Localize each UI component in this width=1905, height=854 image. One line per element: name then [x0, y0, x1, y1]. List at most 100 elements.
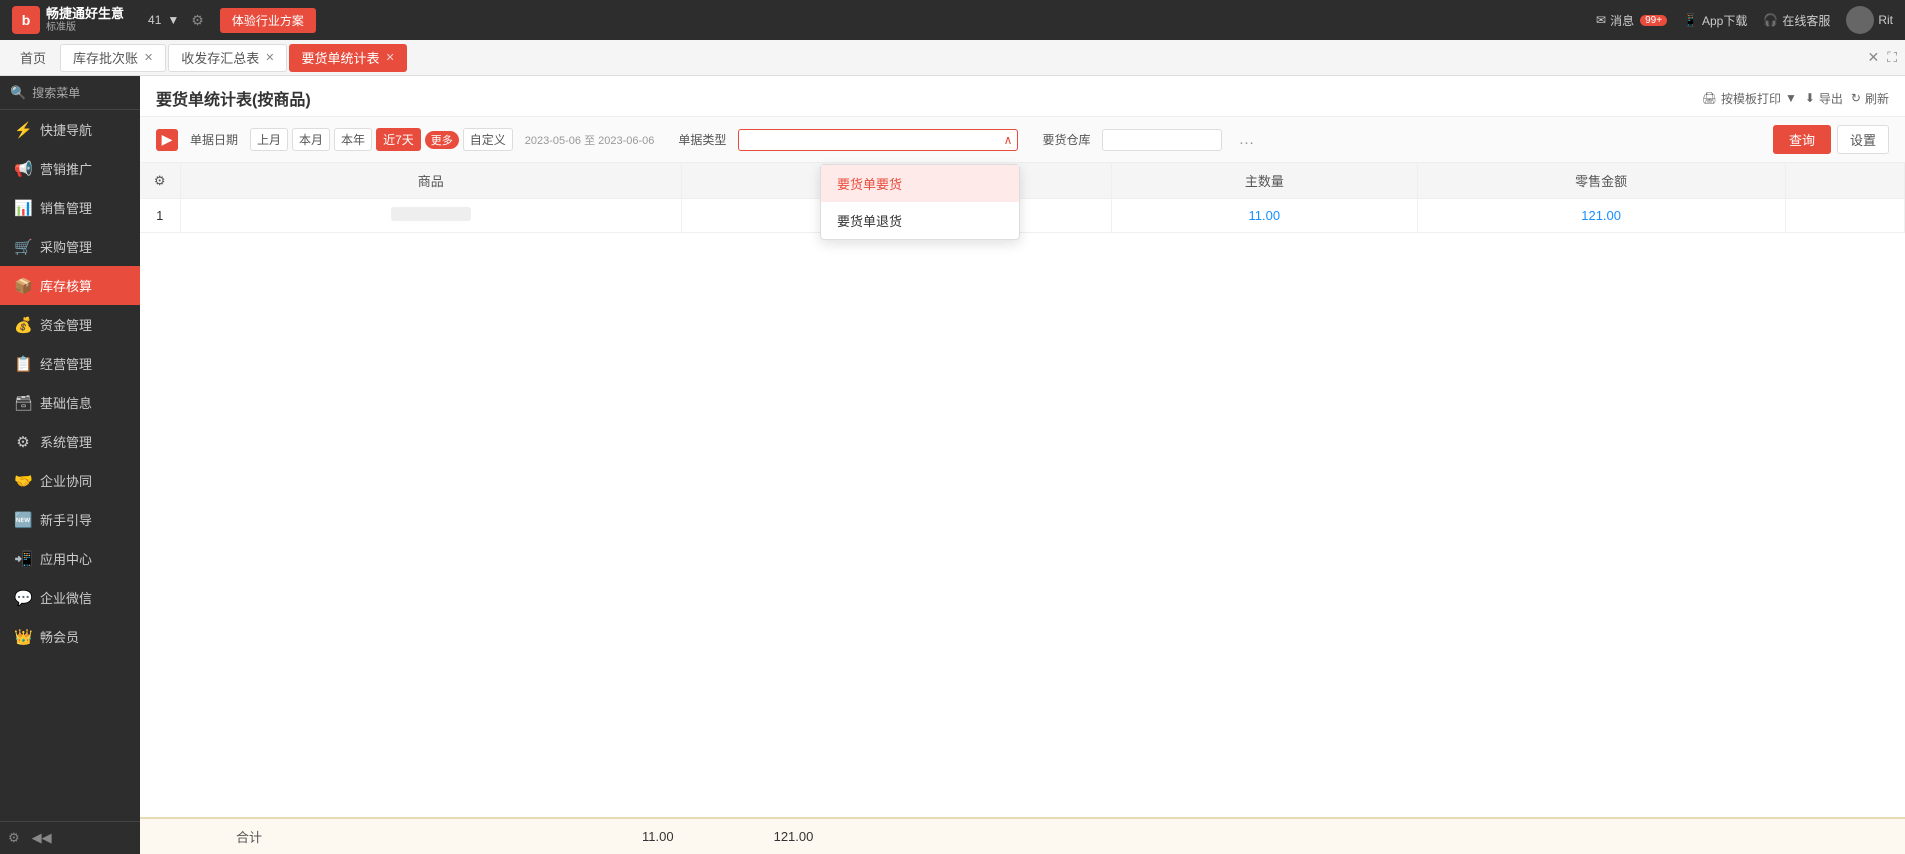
enterprise-icon: 🤝: [14, 472, 32, 490]
dropdown-item-order-goods[interactable]: 要货单要货: [821, 165, 1019, 202]
member-icon: 👑: [14, 628, 32, 646]
basic-info-icon: 🗃: [14, 394, 32, 412]
sidebar-item-marketing[interactable]: 📢 营销推广: [0, 149, 140, 188]
sidebar-item-app-center[interactable]: 📲 应用中心: [0, 539, 140, 578]
sidebar-search-label: 搜索菜单: [32, 84, 80, 101]
sidebar-item-wechat[interactable]: 💬 企业微信: [0, 578, 140, 617]
date-btn-this-month[interactable]: 本月: [292, 128, 330, 151]
td-quantity: 11.00: [1111, 199, 1417, 233]
header-left: b 畅捷通好生意 标准版 41 ▼ ⚙ 体验行业方案: [12, 6, 316, 34]
store-settings-icon[interactable]: ⚙: [191, 12, 204, 29]
sidebar-item-wechat-label: 企业微信: [40, 588, 92, 607]
app-download-item[interactable]: 📱 App下载: [1683, 12, 1747, 29]
tab-home-label: 首页: [20, 48, 46, 67]
sidebar-item-purchase[interactable]: 🛒 采购管理: [0, 227, 140, 266]
more-filters-icon[interactable]: …: [1238, 131, 1254, 149]
th-settings[interactable]: ⚙: [140, 163, 180, 199]
tab-order-stats-label: 要货单统计表: [301, 48, 379, 67]
quick-nav-icon: ⚡: [14, 121, 32, 139]
sidebar-bottom: ⚙ ◀◀: [0, 821, 140, 854]
type-chevron-icon[interactable]: ∧: [1004, 133, 1013, 147]
system-icon: ⚙: [14, 433, 32, 451]
store-selector[interactable]: 41 ▼: [148, 13, 179, 27]
tab-receive-summary-label: 收发存汇总表: [181, 48, 259, 67]
date-custom-button[interactable]: 自定义: [463, 128, 513, 151]
refresh-button[interactable]: ↻ 刷新: [1851, 90, 1889, 107]
page-title: 要货单统计表(按商品): [156, 86, 311, 110]
store-name: 41: [148, 13, 161, 27]
sidebar-item-inventory[interactable]: 📦 库存核算: [0, 266, 140, 305]
message-item[interactable]: ✉ 消息 99+: [1596, 12, 1667, 29]
warehouse-input[interactable]: [1102, 129, 1222, 151]
sidebar-collapse-icon[interactable]: ◀◀: [32, 830, 52, 846]
date-btn-last-month[interactable]: 上月: [250, 128, 288, 151]
inventory-icon: 📦: [14, 277, 32, 295]
type-filter-input[interactable]: [738, 129, 1018, 151]
message-label: 消息: [1610, 12, 1634, 29]
summary-row: 合计 11.00 121.00: [140, 817, 1905, 854]
sidebar-search-area[interactable]: 🔍 搜索菜单: [0, 76, 140, 110]
export-button[interactable]: ⬇ 导出: [1805, 90, 1843, 107]
service-icon: 🎧: [1763, 13, 1778, 27]
data-table: ⚙ 商品 主计量单位 主数量 零售金额 1 块: [140, 163, 1905, 233]
print-button[interactable]: 🖨 按模板打印 ▼: [1702, 90, 1797, 107]
date-more-badge[interactable]: 更多: [425, 131, 459, 149]
sidebar-item-operations[interactable]: 📋 经营管理: [0, 344, 140, 383]
sidebar-item-system[interactable]: ⚙ 系统管理: [0, 422, 140, 461]
guide-icon: 🆕: [14, 511, 32, 529]
brand-main: 畅捷通好生意: [46, 6, 124, 22]
th-product: 商品: [180, 163, 682, 199]
tab-bar-actions: ✕ ⛶: [1867, 49, 1897, 66]
sidebar-item-quick-nav[interactable]: ⚡ 快捷导航: [0, 110, 140, 149]
sidebar-item-sales-label: 销售管理: [40, 198, 92, 217]
tab-order-stats[interactable]: 要货单统计表 ✕: [289, 44, 406, 72]
export-icon: ⬇: [1805, 91, 1815, 105]
date-shortcuts: 上月 本月 本年 近7天 更多 自定义: [250, 128, 513, 151]
date-btn-recent7[interactable]: 近7天: [376, 128, 421, 151]
sidebar-item-finance-label: 资金管理: [40, 315, 92, 334]
refresh-icon: ↻: [1851, 91, 1861, 105]
tab-order-stats-close[interactable]: ✕: [386, 51, 395, 64]
dropdown-item-order-return-label: 要货单退货: [837, 214, 902, 229]
service-item[interactable]: 🎧 在线客服: [1763, 12, 1830, 29]
user-avatar-area[interactable]: Rit: [1846, 6, 1893, 34]
tab-expand-icon[interactable]: ⛶: [1887, 49, 1897, 66]
sidebar-item-basic-info[interactable]: 🗃 基础信息: [0, 383, 140, 422]
sidebar-item-finance[interactable]: 💰 资金管理: [0, 305, 140, 344]
sidebar-item-sales[interactable]: 📊 销售管理: [0, 188, 140, 227]
dropdown-item-order-return[interactable]: 要货单退货: [821, 202, 1019, 239]
dropdown-item-order-goods-label: 要货单要货: [837, 177, 902, 192]
print-label: 按模板打印: [1721, 90, 1781, 107]
message-badge: 99+: [1640, 15, 1667, 26]
content-area: 要货单统计表(按商品) 🖨 按模板打印 ▼ ⬇ 导出 ↻ 刷新 ▶: [140, 76, 1905, 854]
set-button[interactable]: 设置: [1837, 125, 1889, 154]
finance-icon: 💰: [14, 316, 32, 334]
tab-home[interactable]: 首页: [8, 44, 58, 72]
wechat-icon: 💬: [14, 589, 32, 607]
date-range-text: 2023-05-06 至 2023-06-06: [525, 132, 655, 148]
sidebar-item-member[interactable]: 👑 畅会员: [0, 617, 140, 656]
filter-toggle-button[interactable]: ▶: [156, 129, 178, 151]
query-button[interactable]: 查询: [1773, 125, 1831, 154]
sidebar-item-enterprise[interactable]: 🤝 企业协同: [0, 461, 140, 500]
sidebar-item-guide[interactable]: 🆕 新手引导: [0, 500, 140, 539]
tab-inventory-batch[interactable]: 库存批次账 ✕: [60, 44, 166, 72]
logo-icon: b: [12, 6, 40, 34]
sidebar-settings-icon[interactable]: ⚙: [8, 830, 20, 846]
refresh-label: 刷新: [1865, 90, 1889, 107]
tab-inventory-batch-close[interactable]: ✕: [144, 51, 153, 64]
date-btn-this-year[interactable]: 本年: [334, 128, 372, 151]
sidebar-item-app-center-label: 应用中心: [40, 549, 92, 568]
warehouse-label: 要货仓库: [1042, 131, 1090, 148]
sidebar-item-system-label: 系统管理: [40, 432, 92, 451]
sidebar-item-purchase-label: 采购管理: [40, 237, 92, 256]
message-icon: ✉: [1596, 13, 1606, 27]
tab-receive-summary[interactable]: 收发存汇总表 ✕: [168, 44, 287, 72]
type-filter-label: 单据类型: [678, 131, 726, 148]
filter-area: ▶ 单据日期 上月 本月 本年 近7天 更多 自定义 2023-05-06 至 …: [140, 117, 1905, 163]
page-actions: 🖨 按模板打印 ▼ ⬇ 导出 ↻ 刷新: [1702, 90, 1889, 107]
tab-receive-summary-close[interactable]: ✕: [265, 51, 274, 64]
tab-close-all-icon[interactable]: ✕: [1867, 49, 1879, 66]
table-header-row: ⚙ 商品 主计量单位 主数量 零售金额: [140, 163, 1905, 199]
trial-button[interactable]: 体验行业方案: [220, 8, 316, 33]
